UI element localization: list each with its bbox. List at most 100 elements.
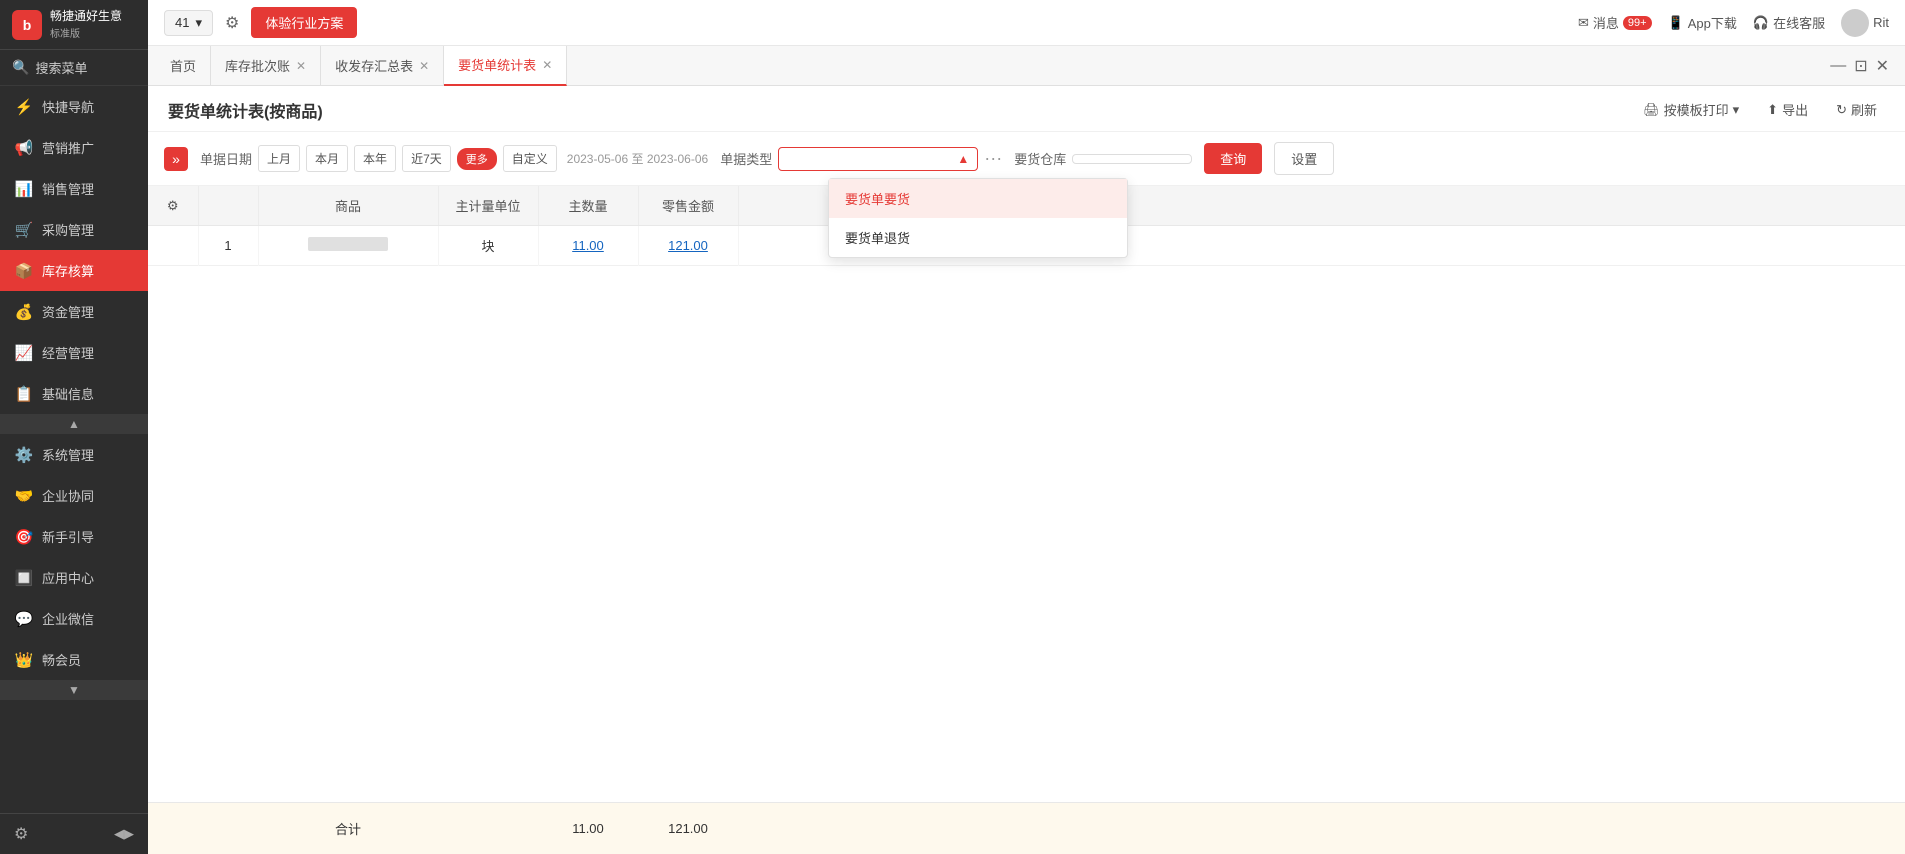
expand-btn[interactable]: » [164,147,188,171]
sidebar-item-purchase[interactable]: 🛒 采购管理 [0,209,148,250]
type-more-icon[interactable]: ··· [984,148,1002,169]
more-dates-btn[interactable]: 更多 [457,148,497,170]
tab-label: 库存批次账 [225,56,290,75]
tab-minimize-icon[interactable]: — [1830,57,1846,75]
app-icon: 📱 [1668,15,1684,31]
user-avatar [1841,9,1869,37]
row-amount: 121.00 [638,226,738,266]
date-filter-group: 单据日期 上月 本月 本年 近7天 更多 自定义 2023-05-06 至 20… [200,145,708,172]
tab-restore-icon[interactable]: ⊡ [1854,56,1867,76]
type-dropdown: 要货单要货 要货单退货 [828,178,1128,258]
print-btn[interactable]: 🖨 按模板打印 ▾ [1635,96,1747,123]
col-settings-header[interactable]: ⚙ [148,186,198,226]
scroll-down-btn[interactable]: ▼ [0,680,148,700]
sidebar-item-quick-nav[interactable]: ⚡ 快捷导航 [0,86,148,127]
sidebar-item-app-center[interactable]: 🔲 应用中心 [0,557,148,598]
user-name: Rit [1873,15,1889,30]
sidebar-item-label: 资金管理 [42,302,94,321]
close-tab-inventory[interactable]: ✕ [296,59,306,73]
sidebar-logo: b 畅捷通好生意 标准版 [0,0,148,50]
dropdown-icon: ▾ [195,15,202,31]
sidebar: b 畅捷通好生意 标准版 🔍 搜索菜单 ⚡ 快捷导航 📢 营销推广 📊 销售管理… [0,0,148,854]
sidebar-item-inventory[interactable]: 📦 库存核算 [0,250,148,291]
sys-icon: ⚙️ [14,446,34,464]
sidebar-item-sys-mgmt[interactable]: ⚙️ 系统管理 [0,434,148,475]
sidebar-item-sales[interactable]: 📊 销售管理 [0,168,148,209]
export-btn[interactable]: ⬆ 导出 [1759,96,1816,123]
search-label: 搜索菜单 [35,58,87,77]
purchase-icon: 🛒 [14,221,34,239]
topbar-gear-icon[interactable]: ⚙ [225,13,239,33]
app-download-action[interactable]: 📱 App下载 [1668,13,1737,32]
footer-amount: 121.00 [638,815,738,842]
close-tab-order[interactable]: ✕ [542,58,552,72]
guide-icon: 🎯 [14,528,34,546]
dropdown-item-yaohuodan[interactable]: 要货单要货 [829,179,1127,218]
trial-button[interactable]: 体验行业方案 [251,7,357,38]
basic-info-icon: 📋 [14,385,34,403]
sidebar-item-marketing[interactable]: 📢 营销推广 [0,127,148,168]
topbar-left: 41 ▾ ⚙ 体验行业方案 [164,7,357,38]
settings-button[interactable]: 设置 [1274,142,1334,175]
tab-close-icon[interactable]: ✕ [1876,56,1889,76]
tab-order-summary[interactable]: 要货单统计表 ✕ [444,46,567,86]
messages-action[interactable]: ✉ 消息 99+ [1578,13,1652,32]
filter-bar: » 单据日期 上月 本月 本年 近7天 更多 自定义 2023-05-06 至 … [148,132,1905,186]
table-footer: 合计 11.00 121.00 [148,802,1905,854]
print-label: 按模板打印 [1664,100,1729,119]
marketing-icon: 📢 [14,139,34,157]
sidebar-item-operations[interactable]: 📈 经营管理 [0,332,148,373]
logo-sub: 标准版 [50,25,122,40]
tab-inventory-batch[interactable]: 库存批次账 ✕ [211,46,321,86]
row-settings [148,226,198,266]
bottom-collapse-icon[interactable]: ◀▶ [114,826,134,842]
last-month-btn[interactable]: 上月 [258,145,300,172]
tab-receive-summary[interactable]: 收发存汇总表 ✕ [321,46,444,86]
warehouse-filter-group: 要货仓库 [1014,149,1192,168]
close-tab-receive[interactable]: ✕ [419,59,429,73]
logo-title: 畅捷通好生意 [50,9,122,25]
header-actions: 🖨 按模板打印 ▾ ⬆ 导出 ↻ 刷新 [1635,96,1885,123]
member-icon: 👑 [14,651,34,669]
footer-label: 合计 [258,813,438,844]
sidebar-item-basic-info[interactable]: 📋 基础信息 [0,373,148,414]
this-year-btn[interactable]: 本年 [354,145,396,172]
sidebar-item-guide[interactable]: 🎯 新手引导 [0,516,148,557]
sales-icon: 📊 [14,180,34,198]
last-7-days-btn[interactable]: 近7天 [402,145,451,172]
store-selector[interactable]: 41 ▾ [164,10,213,36]
enterprise-icon: 🤝 [14,487,34,505]
sidebar-item-label: 企业微信 [42,609,94,628]
type-select[interactable]: ▲ [778,147,978,171]
tab-home[interactable]: 首页 [156,46,211,86]
quick-nav-icon: ⚡ [14,98,34,116]
refresh-label: 刷新 [1851,100,1877,119]
online-service-label: 在线客服 [1773,13,1825,32]
sidebar-item-finance[interactable]: 💰 资金管理 [0,291,148,332]
query-button[interactable]: 查询 [1204,143,1262,174]
tab-label: 收发存汇总表 [335,56,413,75]
col-qty-header: 主数量 [538,186,638,226]
app-download-label: App下载 [1688,13,1737,32]
user-avatar-area[interactable]: Rit [1841,9,1889,37]
topbar-right: ✉ 消息 99+ 📱 App下载 🎧 在线客服 Rit [1578,9,1889,37]
sidebar-item-wechat[interactable]: 💬 企业微信 [0,598,148,639]
bottom-settings-icon[interactable]: ⚙ [14,824,28,844]
sidebar-item-label: 经营管理 [42,343,94,362]
custom-date-btn[interactable]: 自定义 [503,145,557,172]
this-month-btn[interactable]: 本月 [306,145,348,172]
type-select-arrow-up-icon: ▲ [957,152,969,166]
footer-qty: 11.00 [538,815,638,842]
sidebar-item-label: 畅会员 [42,650,81,669]
col-product-header: 商品 [258,186,438,226]
service-icon: 🎧 [1753,15,1769,31]
scroll-up-btn[interactable]: ▲ [0,414,148,434]
sidebar-item-enterprise[interactable]: 🤝 企业协同 [0,475,148,516]
sidebar-item-member[interactable]: 👑 畅会员 [0,639,148,680]
dropdown-item-tuihuo[interactable]: 要货单退货 [829,218,1127,257]
warehouse-select[interactable] [1072,154,1192,164]
sidebar-search[interactable]: 🔍 搜索菜单 [0,50,148,86]
refresh-btn[interactable]: ↻ 刷新 [1828,96,1885,123]
sidebar-item-label: 库存核算 [42,261,94,280]
online-service-action[interactable]: 🎧 在线客服 [1753,13,1825,32]
